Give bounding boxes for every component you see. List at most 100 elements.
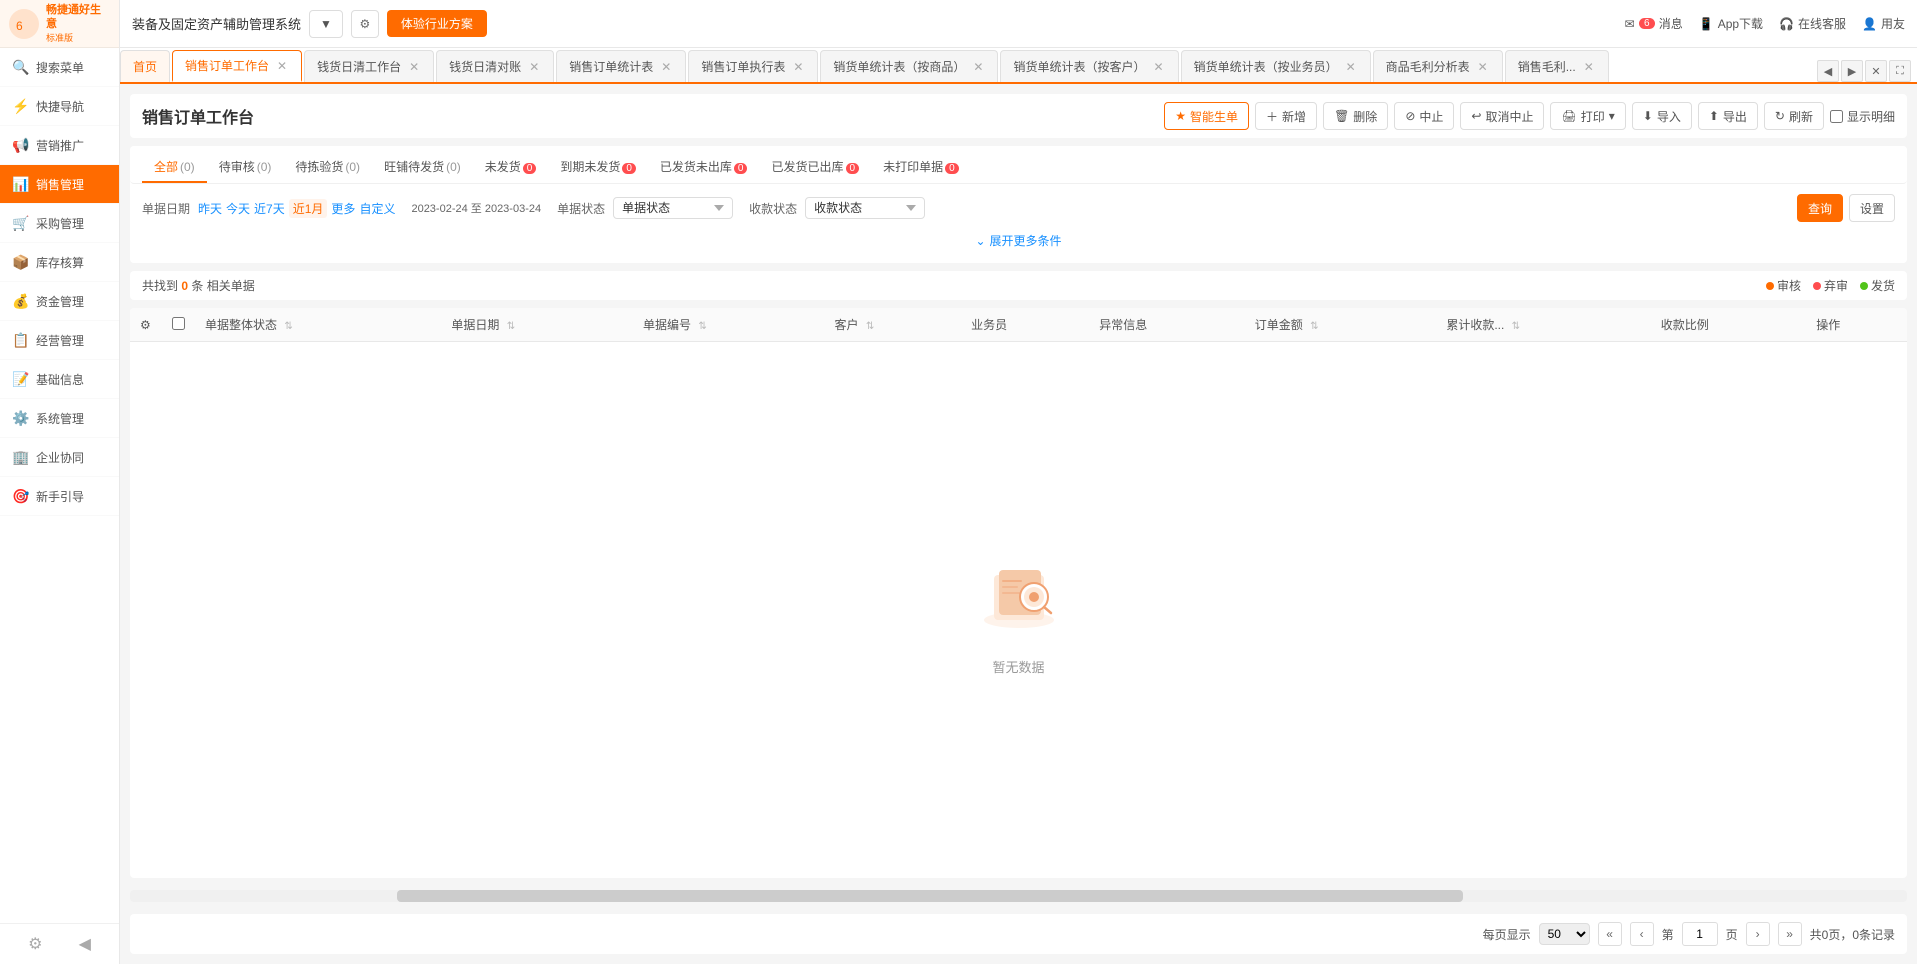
messages-btn[interactable]: ✉ 6 消息	[1625, 15, 1683, 32]
subtab-pending-check[interactable]: 待拣验货(0)	[283, 152, 372, 183]
last-page-btn[interactable]: »	[1778, 922, 1802, 946]
tab-sales-profit[interactable]: 销售毛利... ✕	[1505, 50, 1609, 82]
cancel-suspend-btn[interactable]: ↩ 取消中止	[1460, 102, 1544, 130]
tab-close-btn[interactable]: ✕	[407, 60, 421, 74]
tab-maximize-btn[interactable]: ⛶	[1889, 60, 1911, 82]
sidebar-item-operations[interactable]: 📋 经营管理	[0, 321, 119, 360]
subtab-unshipped[interactable]: 未发货0	[473, 152, 549, 183]
tab-shipment-by-customer[interactable]: 销货单统计表（按客户） ✕	[1000, 50, 1178, 82]
tab-scroll-right-btn[interactable]: ▶	[1841, 60, 1863, 82]
header-gear-btn[interactable]: ⚙	[351, 10, 379, 38]
tab-shipment-by-sales[interactable]: 销货单统计表（按业务员） ✕	[1181, 50, 1371, 82]
date-option-1month[interactable]: 近1月	[289, 199, 328, 218]
export-btn[interactable]: ⬆ 导出	[1698, 102, 1758, 130]
tab-shipment-by-product[interactable]: 销货单统计表（按商品） ✕	[820, 50, 998, 82]
app-download-btn[interactable]: 📱 App下载	[1699, 15, 1763, 32]
collapse-btn[interactable]: ◀	[79, 934, 91, 954]
sort-icon[interactable]: ⇅	[507, 321, 515, 332]
sidebar-item-sales[interactable]: 📊 销售管理	[0, 165, 119, 204]
settings-bottom-btn[interactable]: ⚙	[28, 934, 42, 954]
online-service-btn[interactable]: 🎧 在线客服	[1779, 15, 1846, 32]
show-detail-label: 显示明细	[1847, 108, 1895, 125]
subtab-shipped-not-out[interactable]: 已发货未出库0	[648, 152, 760, 183]
tab-home[interactable]: 首页	[120, 50, 170, 82]
tab-close-btn[interactable]: ✕	[527, 60, 541, 74]
tab-close-btn[interactable]: ✕	[1582, 60, 1596, 74]
sort-icon[interactable]: ⇅	[698, 321, 706, 332]
first-page-btn[interactable]: «	[1598, 922, 1622, 946]
sidebar-item-quick[interactable]: ⚡ 快捷导航	[0, 87, 119, 126]
date-option-today[interactable]: 今天	[226, 200, 250, 217]
select-all-checkbox[interactable]	[172, 317, 185, 330]
industry-btn[interactable]: 体验行业方案	[387, 10, 487, 37]
empty-text: 暂无数据	[992, 657, 1044, 676]
system-dropdown-btn[interactable]: ▼	[309, 10, 343, 38]
tab-close-btn[interactable]: ✕	[275, 59, 289, 73]
tab-scroll-left-btn[interactable]: ◀	[1817, 60, 1839, 82]
add-btn[interactable]: ＋ 新增	[1255, 102, 1317, 130]
tab-close-btn[interactable]: ✕	[971, 60, 985, 74]
tab-close-btn[interactable]: ✕	[791, 60, 805, 74]
sidebar-item-guide[interactable]: 🎯 新手引导	[0, 477, 119, 516]
user-btn[interactable]: 👤 用友	[1862, 15, 1905, 32]
import-btn[interactable]: ⬇ 导入	[1632, 102, 1692, 130]
subtab-wangpu[interactable]: 旺铺待发货(0)	[372, 152, 473, 183]
tab-close-btn[interactable]: ✕	[659, 60, 673, 74]
smart-generate-btn[interactable]: ★ 智能生单	[1164, 102, 1249, 130]
void-action-btn[interactable]: 弃审	[1813, 277, 1848, 294]
sidebar-item-system[interactable]: ⚙️ 系统管理	[0, 399, 119, 438]
refresh-btn[interactable]: ↻ 刷新	[1764, 102, 1824, 130]
sort-icon[interactable]: ⇅	[284, 321, 292, 332]
tab-sales-stat[interactable]: 销售订单统计表 ✕	[556, 50, 686, 82]
subtab-unprinted[interactable]: 未打印单据0	[871, 152, 971, 183]
tab-close-btn[interactable]: ✕	[1476, 60, 1490, 74]
settings-filter-btn[interactable]: 设置	[1849, 194, 1895, 222]
expand-conditions-btn[interactable]: ⌄ 展开更多条件	[975, 228, 1061, 253]
print-btn[interactable]: 🖨 打印 ▾	[1550, 102, 1625, 130]
tab-cash-reconcile[interactable]: 钱货日清对账 ✕	[436, 50, 554, 82]
date-option-yesterday[interactable]: 昨天	[198, 200, 222, 217]
subtab-all[interactable]: 全部(0)	[142, 152, 207, 183]
page-size-select[interactable]: 50 20 100	[1539, 923, 1590, 945]
sidebar-item-marketing[interactable]: 📢 营销推广	[0, 126, 119, 165]
sidebar-item-corp[interactable]: 🏢 企业协同	[0, 438, 119, 477]
table-settings-icon[interactable]: ⚙	[140, 318, 151, 332]
tab-sales-exec[interactable]: 销售订单执行表 ✕	[688, 50, 818, 82]
payment-select[interactable]: 收款状态	[805, 197, 925, 219]
sidebar-item-search[interactable]: 🔍 搜索菜单	[0, 48, 119, 87]
delete-btn[interactable]: 🗑 删除	[1323, 102, 1388, 130]
suspend-btn[interactable]: ⊘ 中止	[1394, 102, 1454, 130]
tab-gross-margin[interactable]: 商品毛利分析表 ✕	[1373, 50, 1503, 82]
ship-action-btn[interactable]: 发货	[1860, 277, 1895, 294]
tab-close-btn[interactable]: ✕	[1344, 60, 1358, 74]
tab-close-btn[interactable]: ✕	[1152, 60, 1166, 74]
subtab-shipped-out[interactable]: 已发货已出库0	[759, 152, 871, 183]
page-input[interactable]	[1682, 922, 1718, 946]
subtab-overdue-unshipped[interactable]: 到期未发货0	[548, 152, 648, 183]
sidebar-item-inventory[interactable]: 📦 库存核算	[0, 243, 119, 282]
date-option-custom[interactable]: 自定义	[359, 200, 395, 217]
sort-icon[interactable]: ⇅	[1512, 321, 1520, 332]
tab-close-all-btn[interactable]: ✕	[1865, 60, 1887, 82]
prev-page-btn[interactable]: ‹	[1630, 922, 1654, 946]
date-option-more[interactable]: 更多	[331, 200, 355, 217]
subtab-pending-review[interactable]: 待审核(0)	[207, 152, 284, 183]
horizontal-scrollbar[interactable]	[130, 890, 1907, 902]
show-detail-toggle[interactable]: 显示明细	[1830, 108, 1895, 125]
query-btn[interactable]: 查询	[1797, 194, 1843, 222]
next-page-btn[interactable]: ›	[1746, 922, 1770, 946]
sort-icon[interactable]: ⇅	[1310, 321, 1318, 332]
date-option-7days[interactable]: 近7天	[254, 200, 285, 217]
tab-sales-workbench[interactable]: 销售订单工作台 ✕	[172, 50, 302, 82]
show-detail-checkbox[interactable]	[1830, 110, 1843, 123]
status-select[interactable]: 单据状态	[613, 197, 733, 219]
sidebar-item-purchase[interactable]: 🛒 采购管理	[0, 204, 119, 243]
sort-icon[interactable]: ⇅	[866, 321, 874, 332]
scrollbar-thumb[interactable]	[397, 890, 1463, 902]
col-status: 单据整体状态 ⇅	[195, 308, 441, 342]
sidebar-item-finance[interactable]: 💰 资金管理	[0, 282, 119, 321]
sidebar-item-basic[interactable]: 📝 基础信息	[0, 360, 119, 399]
refresh-icon: ↻	[1775, 109, 1785, 123]
tab-cash-daily[interactable]: 钱货日清工作台 ✕	[304, 50, 434, 82]
review-action-btn[interactable]: 审核	[1766, 277, 1801, 294]
